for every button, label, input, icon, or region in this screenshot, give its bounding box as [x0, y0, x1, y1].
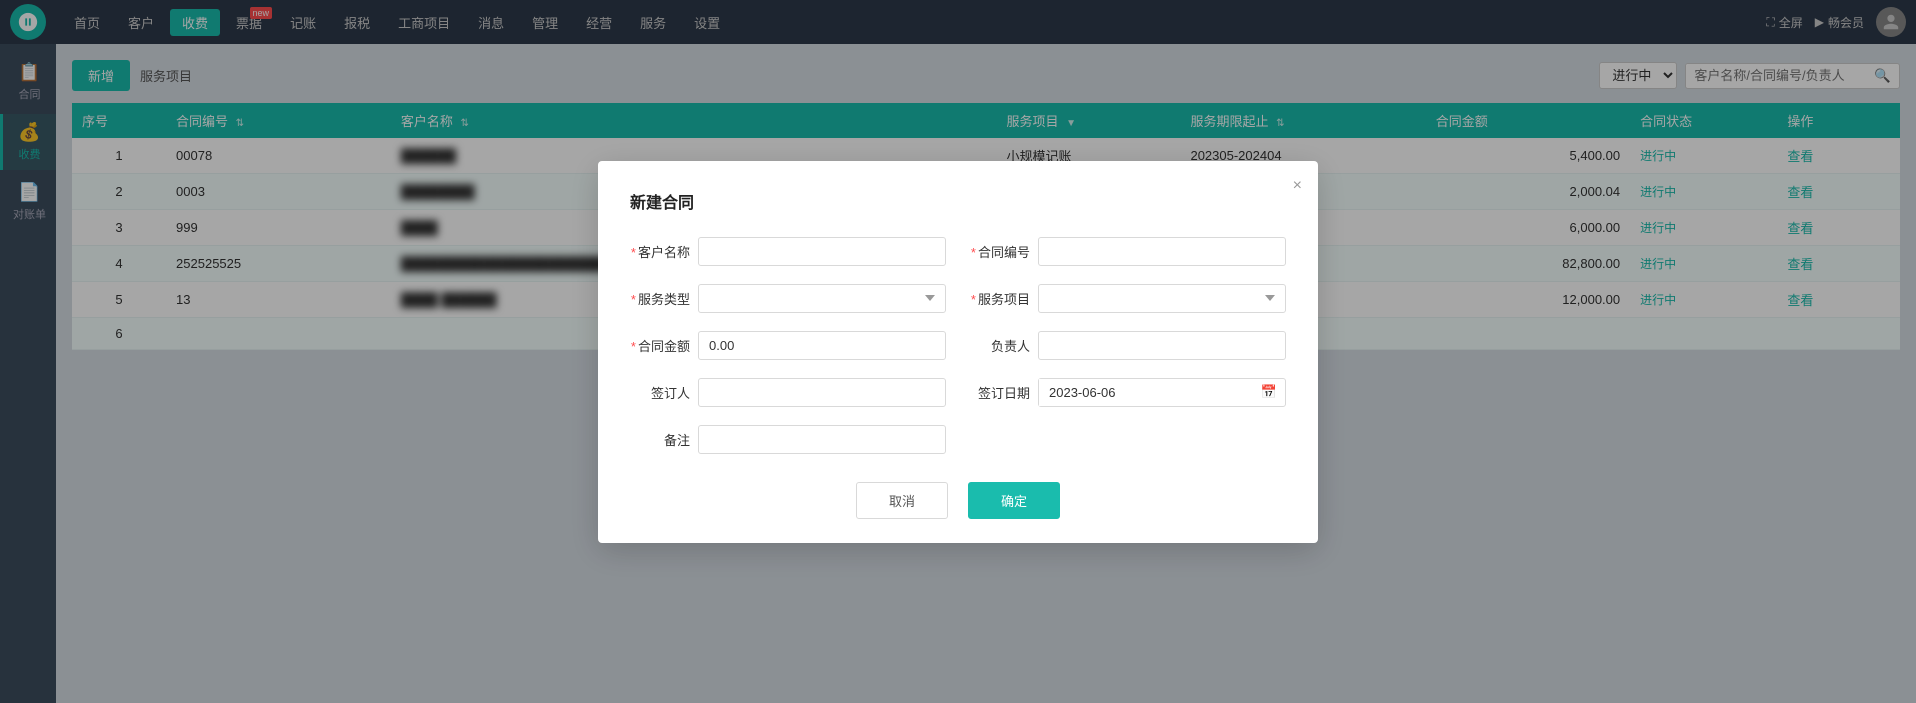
field-sign-date: 签订日期 📅: [970, 378, 1286, 407]
field-service-type: *服务类型: [630, 284, 946, 313]
sign-date-input[interactable]: [1039, 379, 1253, 406]
contract-amount-label: *合同金额: [630, 336, 690, 355]
cancel-button[interactable]: 取消: [856, 482, 948, 519]
service-item-label: *服务项目: [970, 289, 1030, 308]
form-row-4: 签订人 签订日期 📅: [630, 378, 1286, 407]
required-star-5: *: [631, 339, 636, 354]
modal-footer: 取消 确定: [630, 482, 1286, 519]
customer-name-label: *客户名称: [630, 242, 690, 261]
field-contract-no: *合同编号: [970, 237, 1286, 266]
confirm-button[interactable]: 确定: [968, 482, 1060, 519]
contract-amount-input[interactable]: [698, 331, 946, 360]
form-row-2: *服务类型 *服务项目: [630, 284, 1286, 313]
required-star-4: *: [971, 292, 976, 307]
contract-no-input[interactable]: [1038, 237, 1286, 266]
remark-input[interactable]: [698, 425, 946, 454]
sign-date-label: 签订日期: [970, 383, 1030, 402]
modal: × 新建合同 *客户名称 *合同编号 *服务类型: [598, 161, 1318, 543]
modal-close-button[interactable]: ×: [1293, 177, 1302, 195]
form-row-1: *客户名称 *合同编号: [630, 237, 1286, 266]
sign-date-wrap: 📅: [1038, 378, 1286, 407]
remark-label: 备注: [630, 430, 690, 449]
service-type-select[interactable]: [698, 284, 946, 313]
field-service-item: *服务项目: [970, 284, 1286, 313]
field-responsible: 负责人: [970, 331, 1286, 360]
customer-name-input[interactable]: [698, 237, 946, 266]
form-row-3: *合同金额 负责人: [630, 331, 1286, 360]
responsible-input[interactable]: [1038, 331, 1286, 360]
signer-input[interactable]: [698, 378, 946, 407]
required-star-3: *: [631, 292, 636, 307]
required-star: *: [631, 245, 636, 260]
modal-overlay[interactable]: × 新建合同 *客户名称 *合同编号 *服务类型: [0, 0, 1916, 703]
responsible-label: 负责人: [970, 336, 1030, 355]
required-star-2: *: [971, 245, 976, 260]
service-type-label: *服务类型: [630, 289, 690, 308]
field-contract-amount: *合同金额: [630, 331, 946, 360]
field-customer-name: *客户名称: [630, 237, 946, 266]
contract-no-label: *合同编号: [970, 242, 1030, 261]
form-row-5: 备注: [630, 425, 1286, 454]
field-signer: 签订人: [630, 378, 946, 407]
service-item-select[interactable]: [1038, 284, 1286, 313]
calendar-icon[interactable]: 📅: [1253, 384, 1285, 400]
field-remark: 备注: [630, 425, 946, 454]
modal-title: 新建合同: [630, 189, 1286, 213]
signer-label: 签订人: [630, 383, 690, 402]
